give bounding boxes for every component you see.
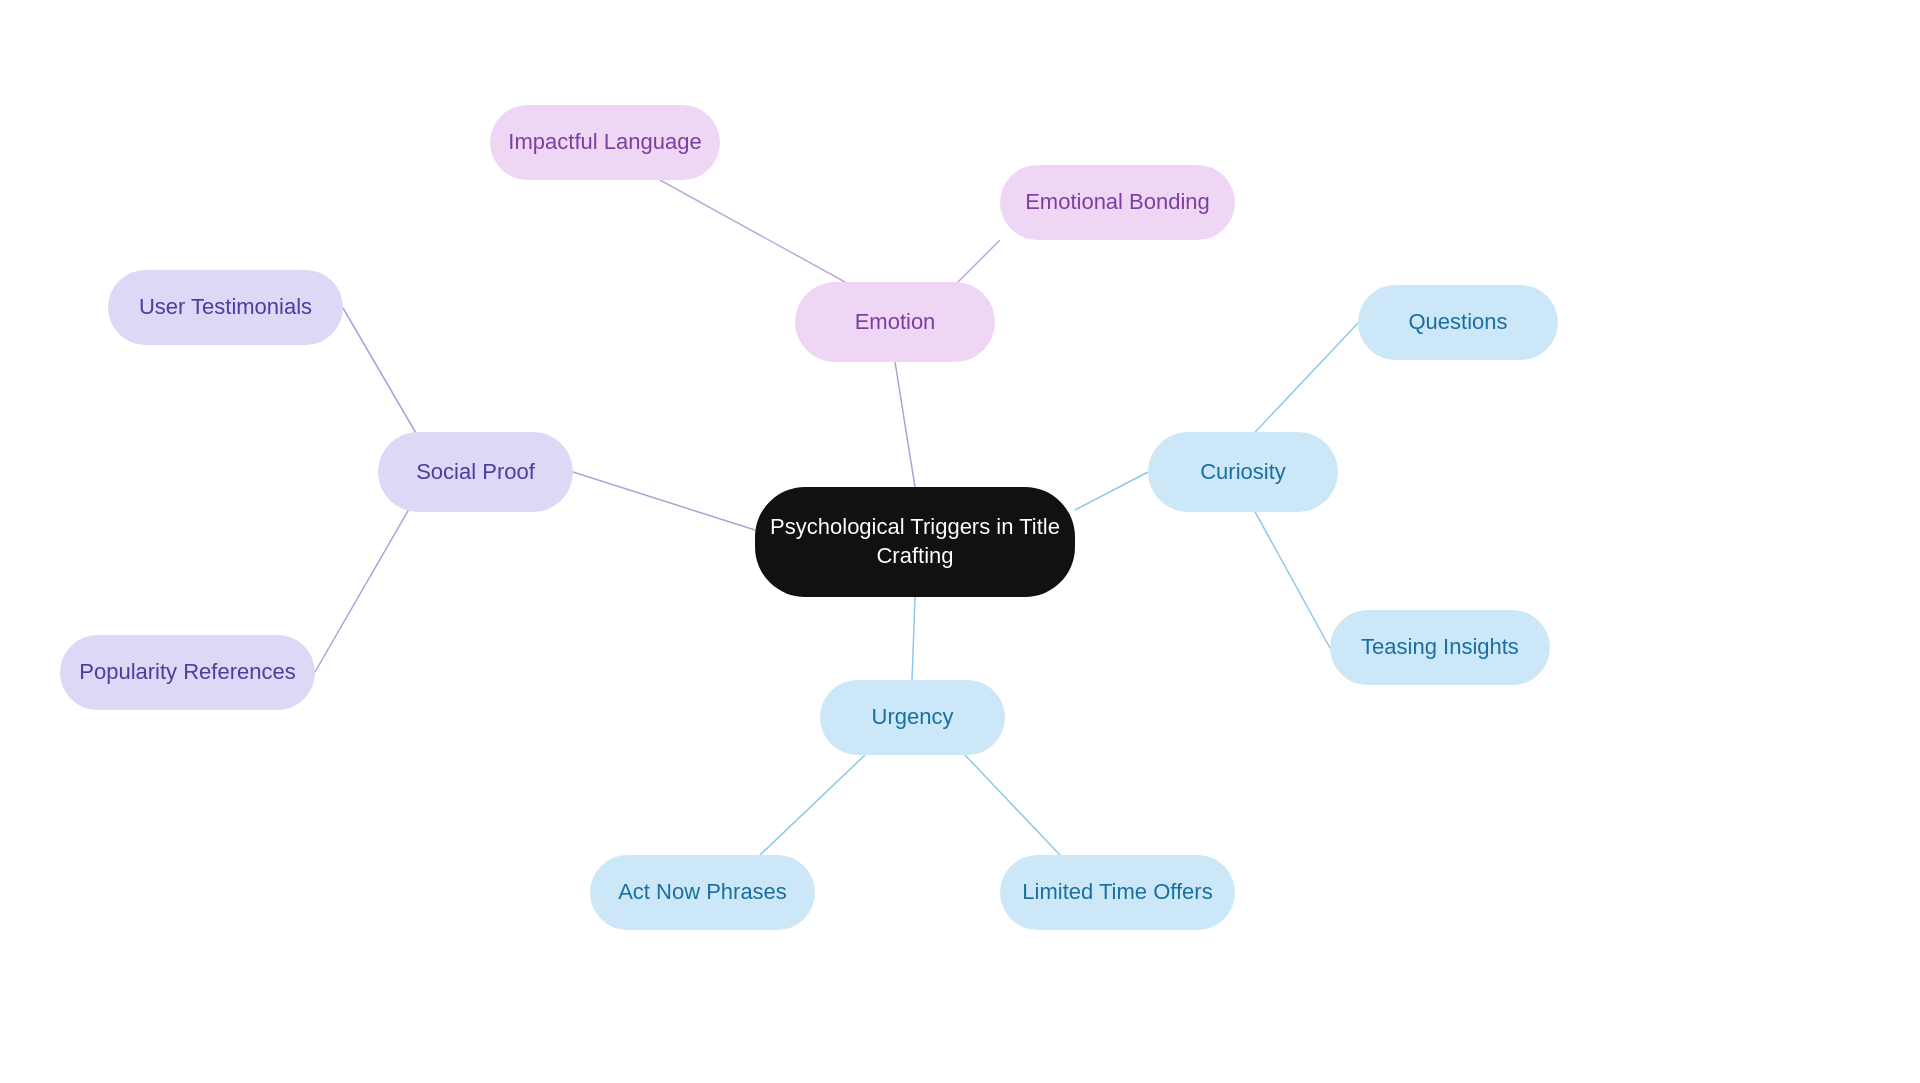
act-now-phrases-node: Act Now Phrases <box>590 855 815 930</box>
curiosity-label: Curiosity <box>1200 458 1286 487</box>
questions-label: Questions <box>1408 308 1507 337</box>
urgency-node: Urgency <box>820 680 1005 755</box>
emotion-label: Emotion <box>855 308 936 337</box>
emotional-bonding-label: Emotional Bonding <box>1025 188 1210 217</box>
social-proof-label: Social Proof <box>416 458 535 487</box>
svg-line-0 <box>895 362 915 487</box>
emotion-node: Emotion <box>795 282 995 362</box>
svg-line-8 <box>1243 490 1330 648</box>
popularity-references-label: Popularity References <box>79 658 295 687</box>
curiosity-node: Curiosity <box>1148 432 1338 512</box>
center-node: Psychological Triggers in Title Crafting <box>755 487 1075 597</box>
svg-line-7 <box>1243 323 1358 445</box>
act-now-phrases-label: Act Now Phrases <box>618 878 787 907</box>
popularity-references-node: Popularity References <box>60 635 315 710</box>
questions-node: Questions <box>1358 285 1558 360</box>
urgency-label: Urgency <box>872 703 954 732</box>
teasing-insights-node: Teasing Insights <box>1330 610 1550 685</box>
impactful-language-node: Impactful Language <box>490 105 720 180</box>
impactful-language-label: Impactful Language <box>508 128 701 157</box>
svg-line-10 <box>760 755 865 855</box>
teasing-insights-label: Teasing Insights <box>1361 633 1519 662</box>
svg-line-4 <box>343 308 420 440</box>
svg-line-3 <box>573 472 755 530</box>
svg-line-9 <box>912 597 915 680</box>
limited-time-offers-label: Limited Time Offers <box>1022 878 1212 907</box>
svg-line-11 <box>965 755 1060 855</box>
social-proof-node: Social Proof <box>378 432 573 512</box>
svg-line-5 <box>315 490 420 672</box>
user-testimonials-node: User Testimonials <box>108 270 343 345</box>
limited-time-offers-node: Limited Time Offers <box>1000 855 1235 930</box>
svg-line-1 <box>660 180 845 282</box>
user-testimonials-label: User Testimonials <box>139 293 312 322</box>
svg-line-6 <box>1075 472 1148 510</box>
emotional-bonding-node: Emotional Bonding <box>1000 165 1235 240</box>
center-node-label: Psychological Triggers in Title Crafting <box>755 513 1075 570</box>
